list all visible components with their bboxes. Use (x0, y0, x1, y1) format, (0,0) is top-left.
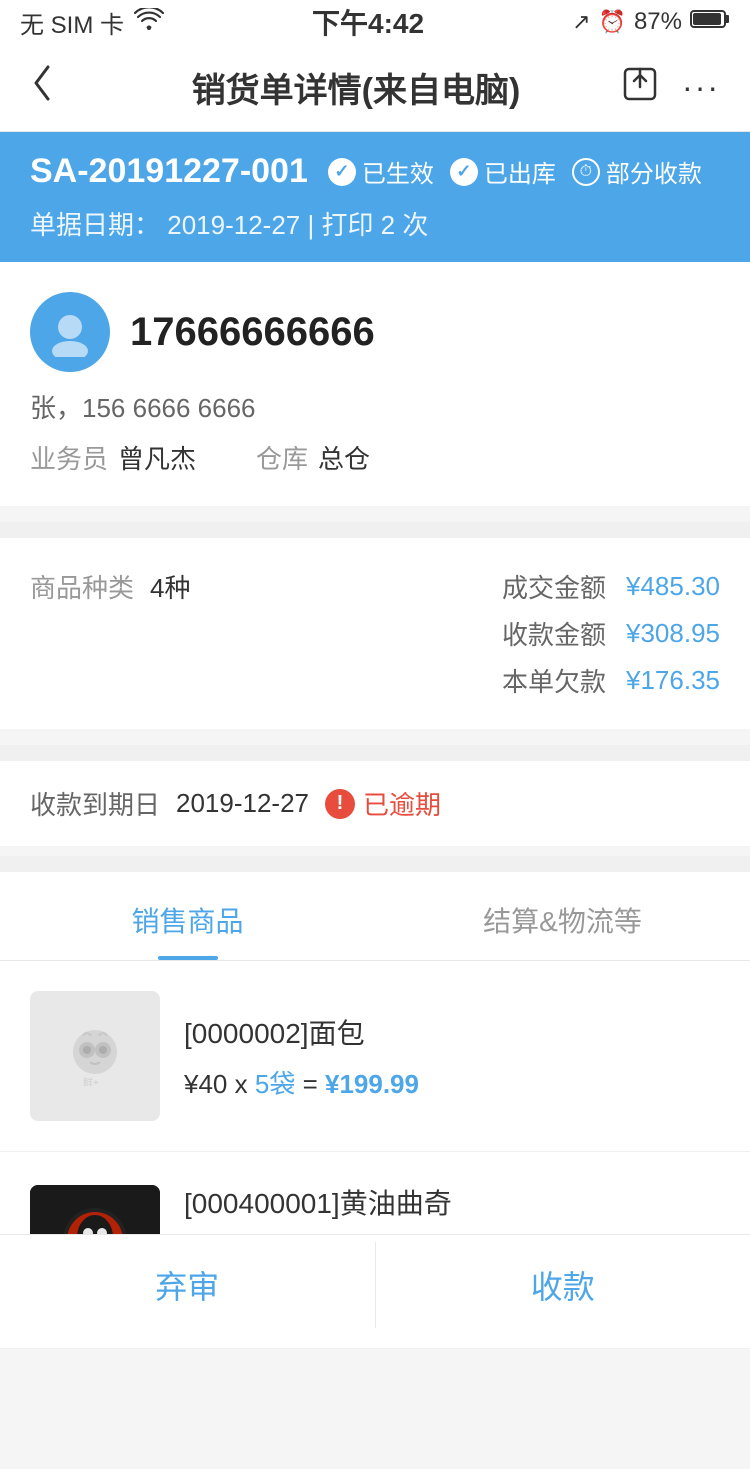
category-value: 4种 (150, 568, 190, 605)
stats-right: 成交金额 ¥485.30 收款金额 ¥308.95 本单欠款 ¥176.35 (502, 568, 720, 699)
received-label: 收款金额 (502, 615, 606, 652)
clock-icon: ⏱ (572, 158, 600, 186)
customer-name: 张，156 6666 6666 (30, 388, 720, 425)
share-icon[interactable] (622, 66, 658, 110)
salesperson-info: 业务员 曾凡杰 (30, 439, 196, 476)
tab-sales-products[interactable]: 销售商品 (0, 872, 375, 960)
product-name-2: [000400001]黄油曲奇 (184, 1182, 720, 1222)
more-icon[interactable]: ··· (682, 69, 720, 106)
product-qty-1: 5袋 (255, 1069, 295, 1099)
tabs: 销售商品 结算&物流等 (0, 872, 750, 961)
amount-value: ¥485.30 (626, 571, 720, 602)
customer-account-id: 17666666666 (130, 310, 375, 355)
warehouse-label: 仓库 (256, 439, 308, 476)
status-left: 无 SIM 卡 (20, 5, 164, 40)
check-icon-2: ✓ (450, 158, 478, 186)
tab-settlement[interactable]: 结算&物流等 (375, 872, 750, 960)
avatar (30, 292, 110, 372)
battery-text: 87% (634, 8, 682, 36)
bottom-bar: 弃审 收款 (0, 1234, 750, 1334)
status-bar: 无 SIM 卡 下午4:42 ↗ ⏰ 87% (0, 0, 750, 44)
abandon-review-button[interactable]: 弃审 (0, 1242, 376, 1328)
received-value: ¥308.95 (626, 618, 720, 649)
debt-row: 本单欠款 ¥176.35 (502, 662, 720, 699)
collect-payment-button[interactable]: 收款 (376, 1242, 750, 1328)
overdue-badge: ! 已逾期 (325, 785, 441, 822)
debt-label: 本单欠款 (502, 662, 606, 699)
badge-shipped: ✓ 已出库 (450, 154, 556, 189)
product-thumb-1: 鲜+ (30, 991, 160, 1121)
svg-text:鲜+: 鲜+ (83, 1076, 99, 1089)
banner-badges: ✓ 已生效 ✓ 已出库 ⏱ 部分收款 (328, 154, 702, 189)
wifi-icon (134, 8, 164, 37)
status-time: 下午4:42 (312, 2, 424, 42)
due-section: 收款到期日 2019-12-27 ! 已逾期 (0, 761, 750, 846)
customer-info-row: 业务员 曾凡杰 仓库 总仓 (30, 439, 720, 476)
divider-3 (0, 856, 750, 872)
stats-row: 商品种类 4种 成交金额 ¥485.30 收款金额 ¥308.95 本单欠款 ¥… (30, 568, 720, 699)
due-date-value: 2019-12-27 (176, 788, 309, 819)
nav-actions: ··· (622, 66, 720, 110)
category-label: 商品种类 (30, 568, 134, 605)
order-id: SA-20191227-001 (30, 152, 308, 191)
divider-2 (0, 745, 750, 761)
overdue-text: 已逾期 (363, 785, 441, 822)
divider-1 (0, 522, 750, 538)
badge-effective: ✓ 已生效 (328, 154, 434, 189)
alarm-icon: ⏰ (599, 9, 626, 35)
warehouse-value: 总仓 (318, 439, 370, 476)
product-name-1: [0000002]面包 (184, 1012, 720, 1052)
back-button[interactable] (30, 63, 90, 112)
bottom-spacer (0, 1349, 750, 1469)
nav-bar: 销货单详情(来自电脑) ··· (0, 44, 750, 132)
stats-left: 商品种类 4种 (30, 568, 190, 605)
received-row: 收款金额 ¥308.95 (502, 615, 720, 652)
debt-value: ¥176.35 (626, 665, 720, 696)
due-label: 收款到期日 (30, 785, 160, 822)
badge-partial: ⏱ 部分收款 (572, 154, 702, 189)
product-total-1: ¥199.99 (325, 1069, 419, 1099)
battery-icon (690, 8, 730, 37)
amount-label: 成交金额 (502, 568, 606, 605)
header-banner: SA-20191227-001 ✓ 已生效 ✓ 已出库 ⏱ 部分收款 单据日期：… (0, 132, 750, 262)
warehouse-info: 仓库 总仓 (256, 439, 370, 476)
check-icon-1: ✓ (328, 158, 356, 186)
stats-section: 商品种类 4种 成交金额 ¥485.30 收款金额 ¥308.95 本单欠款 ¥… (0, 538, 750, 729)
product-info-1: [0000002]面包 ¥40 x 5袋 = ¥199.99 (184, 1012, 720, 1101)
customer-section: 17666666666 张，156 6666 6666 业务员 曾凡杰 仓库 总… (0, 262, 750, 506)
salesperson-value: 曾凡杰 (118, 439, 196, 476)
status-right: ↗ ⏰ 87% (572, 8, 730, 37)
banner-date: 单据日期： 2019-12-27 | 打印 2 次 (30, 205, 720, 242)
page-title: 销货单详情(来自电脑) (192, 63, 521, 112)
product-price-1: ¥40 x 5袋 = ¥199.99 (184, 1064, 720, 1101)
overdue-icon: ! (325, 789, 355, 819)
carrier-text: 无 SIM 卡 (20, 5, 124, 40)
salesperson-label: 业务员 (30, 439, 108, 476)
amount-row: 成交金额 ¥485.30 (502, 568, 720, 605)
customer-row: 17666666666 (30, 292, 720, 372)
location-icon: ↗ (572, 9, 590, 35)
product-item-1: 鲜+ [0000002]面包 ¥40 x 5袋 = ¥199.99 (0, 961, 750, 1152)
